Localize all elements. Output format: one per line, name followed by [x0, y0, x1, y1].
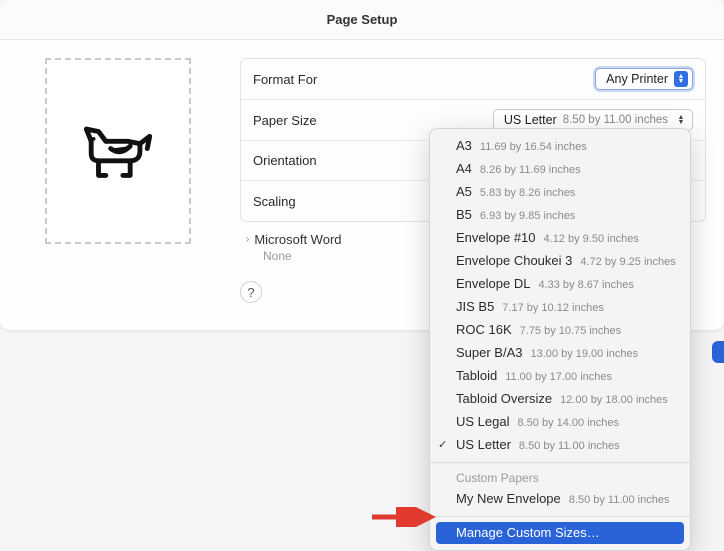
chevron-right-icon: › [246, 234, 249, 245]
option-name: Envelope DL [456, 276, 530, 292]
preview-column [18, 58, 218, 303]
option-dim: 4.72 by 9.25 inches [580, 254, 675, 270]
custom-papers-header: Custom Papers [430, 468, 690, 488]
paper-size-option[interactable]: US Legal 8.50 by 14.00 inches [430, 411, 690, 434]
option-dim: 5.83 by 8.26 inches [480, 185, 575, 201]
menu-separator [430, 462, 690, 463]
option-dim: 11.00 by 17.00 inches [505, 369, 612, 385]
option-name: My New Envelope [456, 491, 561, 507]
orientation-label: Orientation [253, 153, 317, 168]
paper-size-option[interactable]: A5 5.83 by 8.26 inches [430, 181, 690, 204]
format-for-label: Format For [253, 72, 317, 87]
paper-size-option[interactable]: Envelope DL 4.33 by 8.67 inches [430, 273, 690, 296]
format-for-popup[interactable]: Any Printer ▲▼ [595, 68, 693, 90]
option-name: Tabloid Oversize [456, 391, 552, 407]
page-preview [45, 58, 191, 244]
dog-icon [79, 112, 157, 190]
paper-size-dim: 8.50 by 11.00 inches [563, 114, 668, 126]
updown-icon: ▲▼ [674, 71, 688, 87]
paper-size-menu[interactable]: A3 11.69 by 16.54 inches A4 8.26 by 11.69 i… [429, 128, 691, 551]
paper-size-option[interactable]: Envelope Choukei 3 4.72 by 9.25 inches [430, 250, 690, 273]
format-for-value: Any Printer [606, 72, 668, 86]
option-name: B5 [456, 207, 472, 223]
disclosure-app-label: Microsoft Word [254, 232, 341, 247]
scaling-label: Scaling [253, 194, 296, 209]
option-name: Tabloid [456, 368, 497, 384]
option-dim: 4.33 by 8.67 inches [538, 277, 633, 293]
paper-size-option[interactable]: My New Envelope 8.50 by 11.00 inches [430, 488, 690, 511]
paper-size-option[interactable]: ✓ US Letter 8.50 by 11.00 inches [430, 434, 690, 457]
option-name: JIS B5 [456, 299, 494, 315]
arrow-annotation [370, 507, 436, 527]
menu-separator [430, 516, 690, 517]
paper-size-option[interactable]: Tabloid Oversize 12.00 by 18.00 inches [430, 388, 690, 411]
option-name: Envelope #10 [456, 230, 536, 246]
paper-size-option[interactable]: ROC 16K 7.75 by 10.75 inches [430, 319, 690, 342]
option-name: US Legal [456, 414, 509, 430]
window-title: Page Setup [327, 12, 398, 27]
option-dim: 7.17 by 10.12 inches [502, 300, 604, 316]
option-name: US Letter [456, 437, 511, 453]
help-button[interactable]: ? [240, 281, 262, 303]
option-dim: 12.00 by 18.00 inches [560, 392, 668, 408]
option-dim: 13.00 by 19.00 inches [531, 346, 639, 362]
manage-custom-sizes[interactable]: Manage Custom Sizes… [436, 522, 684, 544]
option-dim: 4.12 by 9.50 inches [544, 231, 639, 247]
option-name: A4 [456, 161, 472, 177]
option-dim: 7.75 by 10.75 inches [520, 323, 622, 339]
option-name: A3 [456, 138, 472, 154]
option-dim: 8.50 by 14.00 inches [517, 415, 619, 431]
option-dim: 8.50 by 11.00 inches [519, 438, 620, 454]
option-dim: 8.50 by 11.00 inches [569, 492, 670, 508]
paper-size-option[interactable]: A3 11.69 by 16.54 inches [430, 135, 690, 158]
option-dim: 11.69 by 16.54 inches [480, 139, 587, 155]
format-for-row: Format For Any Printer ▲▼ [241, 59, 705, 100]
paper-size-option[interactable]: Tabloid 11.00 by 17.00 inches [430, 365, 690, 388]
option-name: ROC 16K [456, 322, 512, 338]
primary-button-edge[interactable] [712, 341, 724, 363]
option-name: A5 [456, 184, 472, 200]
option-dim: 8.26 by 11.69 inches [480, 162, 581, 178]
titlebar: Page Setup [0, 0, 724, 40]
paper-size-option[interactable]: JIS B5 7.17 by 10.12 inches [430, 296, 690, 319]
paper-size-value: US Letter [504, 113, 557, 127]
option-dim: 6.93 by 9.85 inches [480, 208, 575, 224]
paper-size-label: Paper Size [253, 113, 317, 128]
paper-size-option[interactable]: A4 8.26 by 11.69 inches [430, 158, 690, 181]
check-icon: ✓ [438, 437, 447, 453]
paper-size-option[interactable]: Super B/A3 13.00 by 19.00 inches [430, 342, 690, 365]
updown-icon: ▲▼ [674, 112, 688, 128]
option-name: Super B/A3 [456, 345, 523, 361]
paper-size-option[interactable]: Envelope #10 4.12 by 9.50 inches [430, 227, 690, 250]
paper-size-option[interactable]: B5 6.93 by 9.85 inches [430, 204, 690, 227]
option-name: Envelope Choukei 3 [456, 253, 572, 269]
